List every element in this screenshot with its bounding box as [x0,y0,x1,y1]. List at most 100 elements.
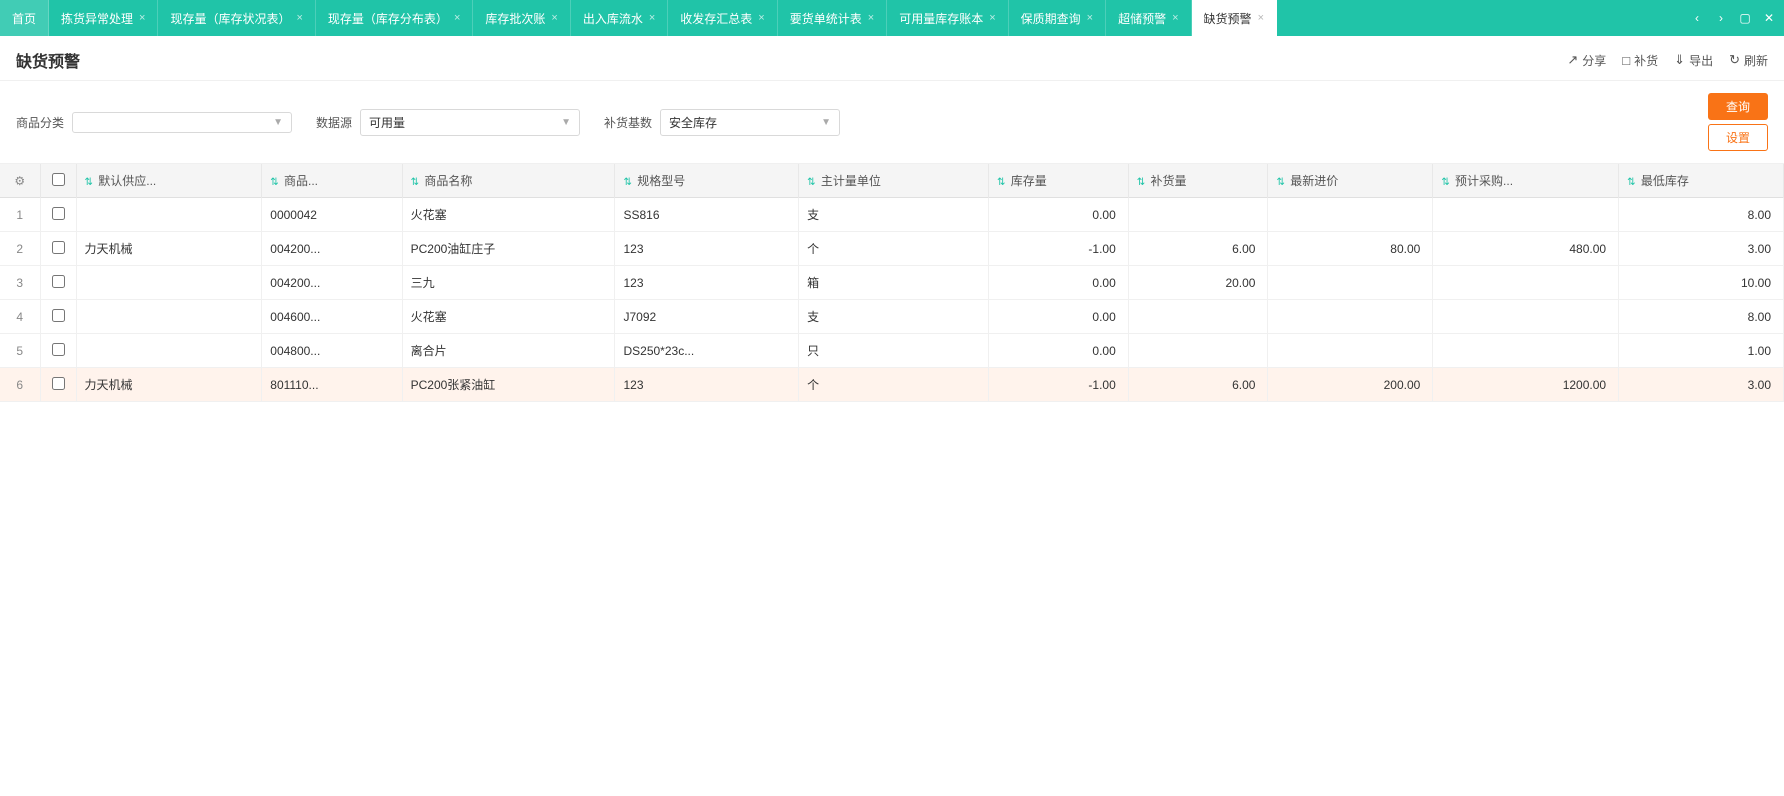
row-checkbox-cell[interactable] [40,232,76,266]
row-latest-price [1268,334,1433,368]
table-row: 2 力天机械 004200... PC200油缸庄子 123 个 -1.00 6… [0,232,1784,266]
tab-expiry[interactable]: 保质期查询 × [1009,0,1106,36]
tab-close-avail-ledger[interactable]: × [989,12,995,24]
row-stock-qty: 0.00 [989,300,1129,334]
row-index: 6 [0,368,40,402]
header-actions: ↗ 分享 □ 补货 ⇓ 导出 ↻ 刷新 [1567,52,1768,69]
row-checkbox-cell[interactable] [40,334,76,368]
tab-inout-flow[interactable]: 出入库流水 × [571,0,668,36]
row-min-stock: 10.00 [1619,266,1784,300]
tab-close-picking[interactable]: × [139,12,145,24]
tab-stock-status[interactable]: 现存量（库存状况表） × [158,0,315,36]
row-spec: 123 [615,232,799,266]
tab-window-btn[interactable]: ▢ [1734,7,1756,29]
filter-bar: 商品分类 ▼ 数据源 可用量 ▼ 补货基数 安全库存 ▼ 查询 设置 [0,81,1784,164]
replenish-base-select[interactable]: 安全库存 ▼ [660,109,840,136]
tab-close-overstock[interactable]: × [1172,12,1178,24]
row-goods-name: 三九 [402,266,615,300]
tab-stock-dist[interactable]: 现存量（库存分布表） × [316,0,473,36]
tab-close-stock-dist[interactable]: × [454,12,460,24]
tab-batch-account[interactable]: 库存批次账 × [473,0,570,36]
row-latest-price [1268,198,1433,232]
shortage-table: ⚙ ⇅ 默认供应... ⇅ 商品... ⇅ 商品名称 [0,164,1784,402]
row-index: 3 [0,266,40,300]
share-icon: ↗ [1567,52,1578,68]
row-checkbox[interactable] [52,377,65,390]
col-est-purchase: ⇅ 预计采购... [1433,164,1619,198]
tab-close-batch[interactable]: × [551,12,557,24]
table-row: 5 004800... 离合片 DS250*23c... 只 0.00 1.00 [0,334,1784,368]
row-checkbox-cell[interactable] [40,300,76,334]
tab-overstock[interactable]: 超储预警 × [1106,0,1191,36]
replenish-button[interactable]: □ 补货 [1622,52,1658,69]
select-all-checkbox[interactable] [52,173,65,186]
row-stock-qty: -1.00 [989,368,1129,402]
row-spec: SS816 [615,198,799,232]
row-latest-price [1268,266,1433,300]
tab-close-summary[interactable]: × [758,12,764,24]
settings-button[interactable]: 设置 [1708,124,1768,151]
row-supplier [76,300,262,334]
row-checkbox-cell[interactable] [40,198,76,232]
row-unit: 箱 [799,266,989,300]
tab-close-shortage[interactable]: × [1258,12,1264,24]
tab-available-ledger[interactable]: 可用量库存账本 × [887,0,1008,36]
replenish-base-dropdown-icon: ▼ [821,117,831,128]
table-row: 3 004200... 三九 123 箱 0.00 20.00 10.00 [0,266,1784,300]
page-title: 缺货预警 [16,48,80,72]
tab-prev-btn[interactable]: ‹ [1686,7,1708,29]
row-replenish-qty: 6.00 [1128,232,1268,266]
col-checkbox-header[interactable] [40,164,76,198]
datasource-select[interactable]: 可用量 ▼ [360,109,580,136]
col-goods-code: ⇅ 商品... [262,164,402,198]
query-button[interactable]: 查询 [1708,93,1768,120]
tab-summary[interactable]: 收发存汇总表 × [668,0,777,36]
row-checkbox-cell[interactable] [40,266,76,300]
tab-home[interactable]: 首页 [0,0,49,36]
tab-shortage[interactable]: 缺货预警 × [1192,0,1277,36]
row-replenish-qty [1128,198,1268,232]
row-replenish-qty: 6.00 [1128,368,1268,402]
row-index: 2 [0,232,40,266]
row-index: 4 [0,300,40,334]
row-checkbox[interactable] [52,309,65,322]
row-checkbox[interactable] [52,207,65,220]
row-checkbox[interactable] [52,343,65,356]
tab-demand[interactable]: 要货单统计表 × [778,0,887,36]
row-goods-name: PC200油缸庄子 [402,232,615,266]
tab-close-expiry[interactable]: × [1087,12,1093,24]
refresh-button[interactable]: ↻ 刷新 [1729,52,1768,69]
gear-icon[interactable]: ⚙ [14,174,25,188]
row-goods-name: 离合片 [402,334,615,368]
tab-next-btn[interactable]: › [1710,7,1732,29]
row-index: 1 [0,198,40,232]
row-est-purchase [1433,300,1619,334]
col-replenish-qty: ⇅ 补货量 [1128,164,1268,198]
col-goods-name: ⇅ 商品名称 [402,164,615,198]
tab-close-stock-status[interactable]: × [296,12,302,24]
row-checkbox-cell[interactable] [40,368,76,402]
export-icon: ⇓ [1674,52,1685,68]
row-spec: 123 [615,266,799,300]
tab-close-demand[interactable]: × [868,12,874,24]
row-est-purchase: 1200.00 [1433,368,1619,402]
row-unit: 支 [799,300,989,334]
export-button[interactable]: ⇓ 导出 [1674,52,1713,69]
row-checkbox[interactable] [52,241,65,254]
col-settings[interactable]: ⚙ [0,164,40,198]
row-checkbox[interactable] [52,275,65,288]
category-select[interactable]: ▼ [72,112,292,133]
row-index: 5 [0,334,40,368]
share-button[interactable]: ↗ 分享 [1567,52,1606,69]
col-unit: ⇅ 主计量单位 [799,164,989,198]
col-min-stock: ⇅ 最低库存 [1619,164,1784,198]
row-supplier: 力天机械 [76,232,262,266]
row-goods-code: 004200... [262,232,402,266]
tab-close-inout[interactable]: × [649,12,655,24]
replenish-icon: □ [1622,53,1630,68]
datasource-dropdown-icon: ▼ [561,117,571,128]
row-min-stock: 8.00 [1619,300,1784,334]
tab-close-all-btn[interactable]: ✕ [1758,7,1780,29]
tab-picking-exception[interactable]: 拣货异常处理 × [49,0,158,36]
table-row: 4 004600... 火花塞 J7092 支 0.00 8.00 [0,300,1784,334]
